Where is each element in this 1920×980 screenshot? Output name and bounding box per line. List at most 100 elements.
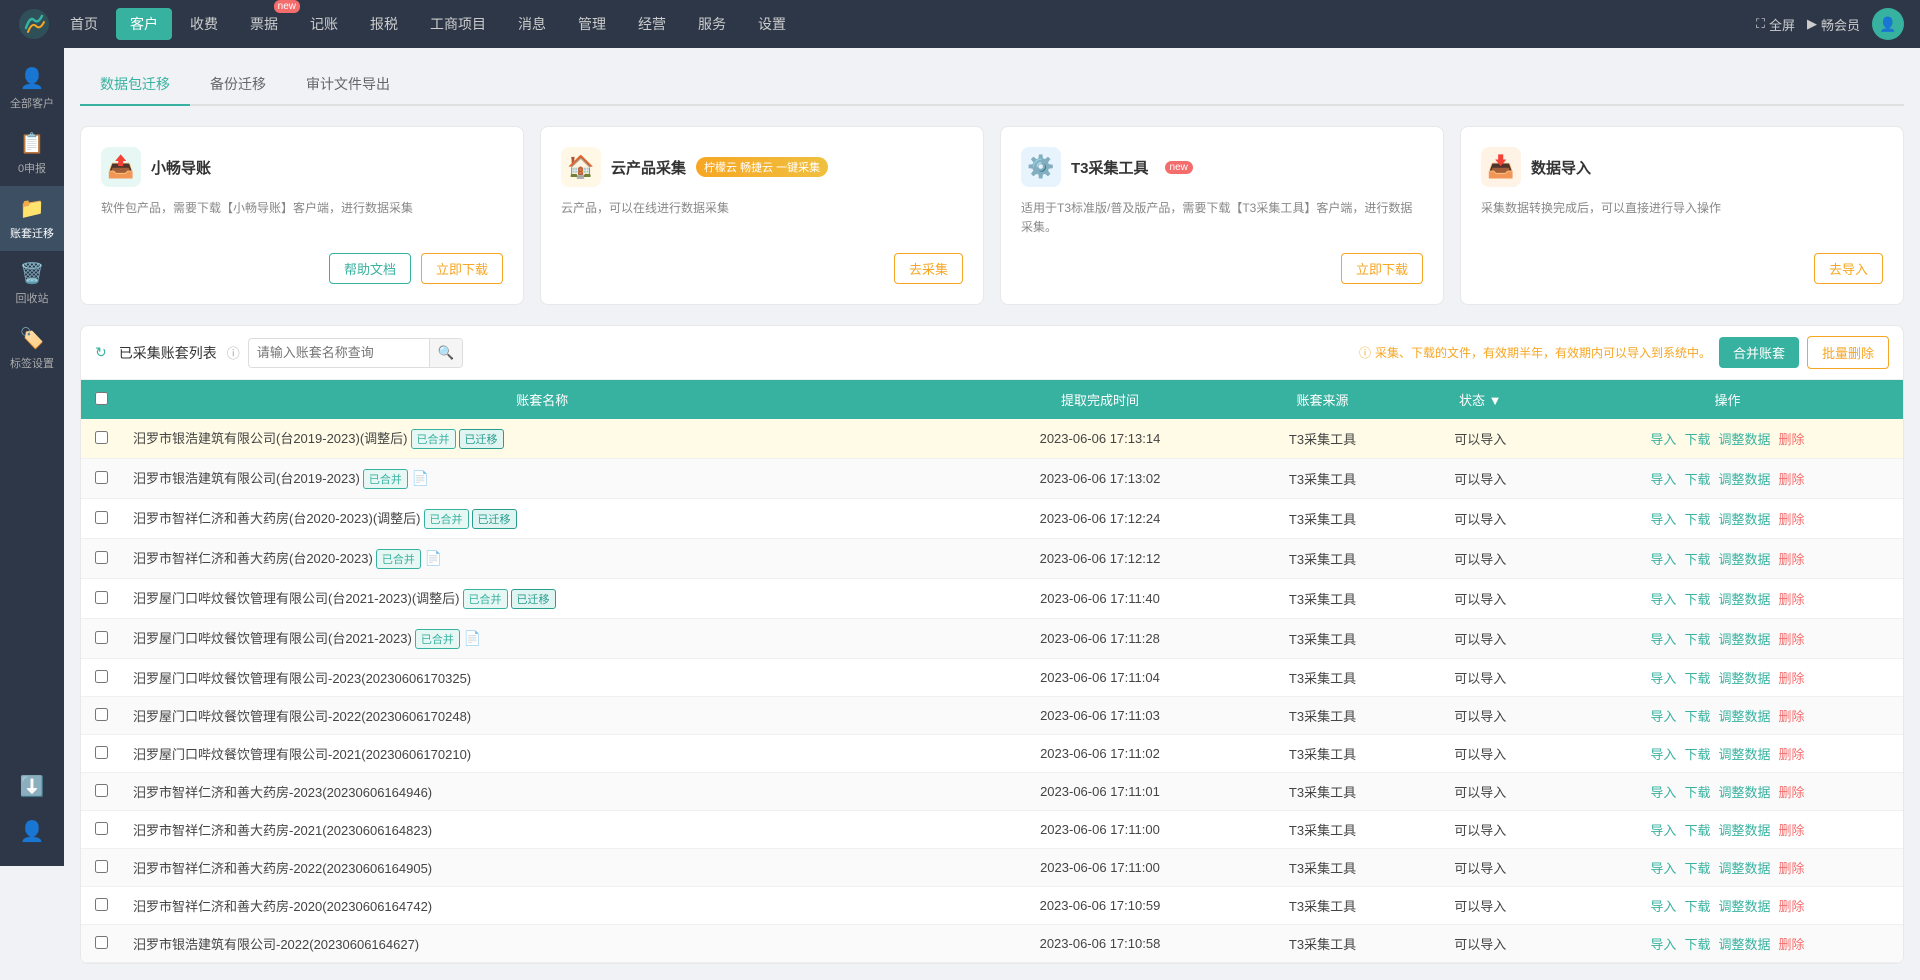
- action-删除[interactable]: 删除: [1778, 552, 1804, 567]
- action-删除[interactable]: 删除: [1778, 747, 1804, 762]
- action-调整数据[interactable]: 调整数据: [1718, 861, 1770, 876]
- action-导入[interactable]: 导入: [1650, 747, 1676, 762]
- header-checkbox[interactable]: [81, 380, 121, 419]
- action-删除[interactable]: 删除: [1778, 937, 1804, 952]
- action-下载[interactable]: 下载: [1684, 899, 1710, 914]
- member-btn[interactable]: ▶ 畅会员: [1807, 15, 1860, 34]
- action-下载[interactable]: 下载: [1684, 552, 1710, 567]
- logo[interactable]: [16, 6, 52, 42]
- import-goto-btn[interactable]: 去导入: [1814, 253, 1883, 284]
- action-删除[interactable]: 删除: [1778, 899, 1804, 914]
- nav-item-home[interactable]: 首页: [56, 8, 112, 40]
- sidebar-item-all-clients[interactable]: 👤 全部客户: [0, 56, 64, 121]
- action-调整数据[interactable]: 调整数据: [1718, 937, 1770, 952]
- action-删除[interactable]: 删除: [1778, 432, 1804, 447]
- action-下载[interactable]: 下载: [1684, 472, 1710, 487]
- nav-item-customer[interactable]: 客户: [116, 8, 172, 40]
- search-input[interactable]: [249, 345, 429, 360]
- nav-item-operation[interactable]: 经营: [624, 8, 680, 40]
- xiaochang-download-btn[interactable]: 立即下载: [421, 253, 503, 284]
- tab-backup-migration[interactable]: 备份迁移: [190, 64, 286, 106]
- action-下载[interactable]: 下载: [1684, 785, 1710, 800]
- action-导入[interactable]: 导入: [1650, 785, 1676, 800]
- action-下载[interactable]: 下载: [1684, 937, 1710, 952]
- action-下载[interactable]: 下载: [1684, 709, 1710, 724]
- sidebar-item-account-migrate[interactable]: 📁 账套迁移: [0, 186, 64, 251]
- fullscreen-btn[interactable]: ⛶ 全屏: [1756, 15, 1795, 34]
- action-导入[interactable]: 导入: [1650, 632, 1676, 647]
- action-调整数据[interactable]: 调整数据: [1718, 899, 1770, 914]
- file-icon[interactable]: 📄: [425, 550, 442, 566]
- file-icon[interactable]: 📄: [412, 470, 429, 486]
- avatar[interactable]: 👤: [1872, 8, 1904, 40]
- nav-item-business[interactable]: 工商项目: [416, 8, 500, 40]
- action-调整数据[interactable]: 调整数据: [1718, 785, 1770, 800]
- action-导入[interactable]: 导入: [1650, 552, 1676, 567]
- action-删除[interactable]: 删除: [1778, 632, 1804, 647]
- action-导入[interactable]: 导入: [1650, 432, 1676, 447]
- row-checkbox[interactable]: [95, 822, 108, 835]
- sidebar-item-tag-settings[interactable]: 🏷️ 标签设置: [0, 316, 64, 381]
- action-导入[interactable]: 导入: [1650, 709, 1676, 724]
- action-调整数据[interactable]: 调整数据: [1718, 592, 1770, 607]
- t3-download-btn[interactable]: 立即下载: [1341, 253, 1423, 284]
- row-checkbox[interactable]: [95, 511, 108, 524]
- action-删除[interactable]: 删除: [1778, 861, 1804, 876]
- row-checkbox[interactable]: [95, 860, 108, 873]
- action-删除[interactable]: 删除: [1778, 472, 1804, 487]
- sidebar-item-recycle[interactable]: 🗑️ 回收站: [0, 251, 64, 316]
- row-checkbox[interactable]: [95, 670, 108, 683]
- select-all-checkbox[interactable]: [95, 392, 108, 405]
- action-下载[interactable]: 下载: [1684, 671, 1710, 686]
- action-删除[interactable]: 删除: [1778, 671, 1804, 686]
- nav-item-fee[interactable]: 收费: [176, 8, 232, 40]
- action-调整数据[interactable]: 调整数据: [1718, 512, 1770, 527]
- action-调整数据[interactable]: 调整数据: [1718, 709, 1770, 724]
- action-下载[interactable]: 下载: [1684, 432, 1710, 447]
- nav-item-manage[interactable]: 管理: [564, 8, 620, 40]
- action-导入[interactable]: 导入: [1650, 671, 1676, 686]
- row-checkbox[interactable]: [95, 898, 108, 911]
- action-删除[interactable]: 删除: [1778, 823, 1804, 838]
- action-导入[interactable]: 导入: [1650, 823, 1676, 838]
- action-导入[interactable]: 导入: [1650, 512, 1676, 527]
- nav-item-settings[interactable]: 设置: [744, 8, 800, 40]
- action-调整数据[interactable]: 调整数据: [1718, 671, 1770, 686]
- sidebar-item-zero-declare[interactable]: 📋 0申报: [0, 121, 64, 186]
- xiaochang-help-btn[interactable]: 帮助文档: [329, 253, 411, 284]
- file-icon[interactable]: 📄: [464, 630, 481, 646]
- refresh-icon[interactable]: ↻: [95, 344, 107, 361]
- action-调整数据[interactable]: 调整数据: [1718, 432, 1770, 447]
- search-button[interactable]: 🔍: [429, 339, 463, 367]
- action-导入[interactable]: 导入: [1650, 937, 1676, 952]
- action-下载[interactable]: 下载: [1684, 632, 1710, 647]
- tab-data-migration[interactable]: 数据包迁移: [80, 64, 190, 106]
- tab-audit-export[interactable]: 审计文件导出: [286, 64, 410, 106]
- header-status[interactable]: 状态 ▼: [1409, 380, 1552, 419]
- nav-item-accounting[interactable]: 记账: [296, 8, 352, 40]
- sidebar-item-download[interactable]: ⬇️: [20, 764, 45, 809]
- action-调整数据[interactable]: 调整数据: [1718, 632, 1770, 647]
- action-删除[interactable]: 删除: [1778, 512, 1804, 527]
- action-调整数据[interactable]: 调整数据: [1718, 747, 1770, 762]
- action-下载[interactable]: 下载: [1684, 512, 1710, 527]
- sidebar-item-user-settings[interactable]: 👤: [20, 809, 45, 854]
- nav-item-ticket[interactable]: 票据 new: [236, 8, 292, 40]
- action-下载[interactable]: 下载: [1684, 861, 1710, 876]
- action-导入[interactable]: 导入: [1650, 592, 1676, 607]
- row-checkbox[interactable]: [95, 936, 108, 949]
- nav-item-tax[interactable]: 报税: [356, 8, 412, 40]
- action-删除[interactable]: 删除: [1778, 785, 1804, 800]
- action-调整数据[interactable]: 调整数据: [1718, 552, 1770, 567]
- action-删除[interactable]: 删除: [1778, 709, 1804, 724]
- action-调整数据[interactable]: 调整数据: [1718, 472, 1770, 487]
- nav-item-message[interactable]: 消息: [504, 8, 560, 40]
- row-checkbox[interactable]: [95, 708, 108, 721]
- action-导入[interactable]: 导入: [1650, 861, 1676, 876]
- action-调整数据[interactable]: 调整数据: [1718, 823, 1770, 838]
- action-下载[interactable]: 下载: [1684, 823, 1710, 838]
- row-checkbox[interactable]: [95, 746, 108, 759]
- action-下载[interactable]: 下载: [1684, 747, 1710, 762]
- row-checkbox[interactable]: [95, 471, 108, 484]
- row-checkbox[interactable]: [95, 431, 108, 444]
